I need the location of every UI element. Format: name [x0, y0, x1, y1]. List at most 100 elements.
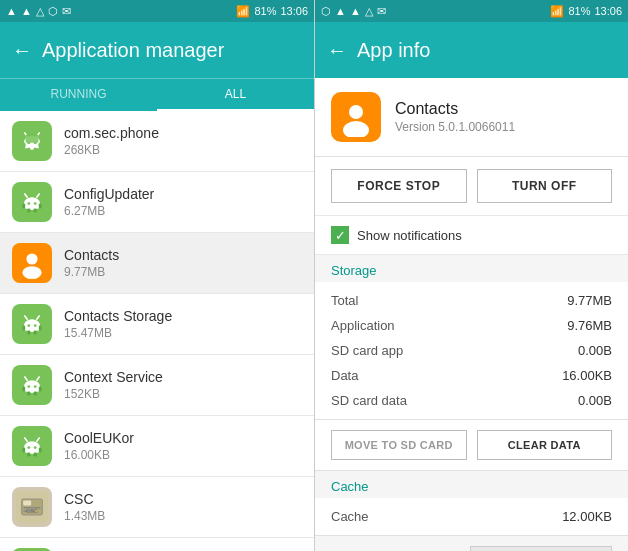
svg-rect-10	[34, 147, 37, 152]
storage-value: 0.00B	[578, 393, 612, 408]
list-item[interactable]: Device Provisioner 752KB	[0, 538, 314, 551]
status-icons-left-r: ⬡ ▲ ▲ △ ✉	[321, 5, 386, 18]
page-title-right: App info	[357, 39, 430, 62]
storage-label: Total	[331, 293, 358, 308]
storage-section-header: Storage	[315, 255, 628, 282]
svg-point-31	[27, 324, 30, 327]
email-icon: ✉	[62, 5, 71, 18]
app-info-contacts: Contacts 9.77MB	[64, 247, 302, 279]
svg-rect-30	[25, 323, 39, 330]
storage-value: 0.00B	[578, 343, 612, 358]
app-info-content: Contacts Version 5.0.1.0066011 FORCE STO…	[315, 78, 628, 551]
email-icon-r: ✉	[377, 5, 386, 18]
warning-icon-r: ⬡	[321, 5, 331, 18]
app-icon-sephone	[12, 121, 52, 161]
svg-rect-46	[22, 387, 25, 392]
app-icon-context	[12, 365, 52, 405]
svg-rect-48	[27, 391, 30, 395]
back-button-right[interactable]: ←	[327, 39, 347, 62]
tab-all[interactable]: ALL	[157, 79, 314, 111]
svg-rect-47	[39, 387, 42, 392]
storage-value: 9.76MB	[567, 318, 612, 333]
storage-label: SD card app	[331, 343, 403, 358]
svg-rect-63	[23, 501, 31, 506]
launcher-icon: ⬡	[48, 5, 58, 18]
app-name: CoolEUKor	[64, 430, 302, 446]
app-size: 6.27MB	[64, 204, 302, 218]
app-name: Contacts Storage	[64, 308, 302, 324]
app-info-cooleukor: CoolEUKor 16.00KB	[64, 430, 302, 462]
list-item[interactable]: CSC CSC 1.43MB	[0, 477, 314, 538]
svg-rect-24	[34, 208, 37, 212]
storage-row-sdcard-data: SD card data 0.00B	[315, 388, 628, 413]
app-size: 152KB	[64, 387, 302, 401]
svg-rect-57	[22, 448, 25, 453]
turn-off-button[interactable]: TURN OFF	[477, 169, 613, 203]
svg-point-27	[22, 266, 41, 279]
clear-cache-button[interactable]: CLEAR CACHE	[470, 546, 612, 551]
svg-rect-52	[25, 445, 39, 452]
list-item[interactable]: ConfigUpdater 6.27MB	[0, 172, 314, 233]
app-size: 16.00KB	[64, 448, 302, 462]
storage-label: Application	[331, 318, 395, 333]
app-info-config: ConfigUpdater 6.27MB	[64, 186, 302, 218]
list-item[interactable]: Contacts Storage 15.47MB	[0, 294, 314, 355]
action-buttons-row: FORCE STOP TURN OFF	[315, 157, 628, 216]
tab-running[interactable]: RUNNING	[0, 79, 157, 111]
status-bar-left: ▲ ▲ △ ⬡ ✉ 📶 81% 13:06	[0, 0, 314, 22]
svg-rect-49	[34, 391, 37, 395]
battery-text: 81%	[254, 5, 276, 17]
clear-data-button[interactable]: CLEAR DATA	[477, 430, 613, 460]
svg-rect-60	[34, 452, 37, 456]
move-to-sd-button[interactable]: MOVE TO SD CARD	[331, 430, 467, 460]
svg-rect-59	[27, 452, 30, 456]
app-list[interactable]: com.sec.phone 268KB	[0, 111, 314, 551]
status-icons-left: ▲ ▲ △ ⬡ ✉	[6, 5, 71, 18]
signal-icon-r: 📶	[550, 5, 564, 18]
notifications-row[interactable]: ✓ Show notifications	[315, 216, 628, 255]
svg-point-43	[34, 385, 37, 388]
app-size: 1.43MB	[64, 509, 302, 523]
app-detail-icon	[331, 92, 381, 142]
svg-rect-23	[27, 208, 30, 212]
app-icon-contacts-storage	[12, 304, 52, 344]
back-button-left[interactable]: ←	[12, 39, 32, 62]
force-stop-button[interactable]: FORCE STOP	[331, 169, 467, 203]
svg-rect-38	[34, 330, 37, 334]
app-icon-csc: CSC	[12, 487, 52, 527]
triangle-icon: △	[36, 5, 44, 18]
svg-rect-9	[27, 147, 30, 152]
right-panel: ⬡ ▲ ▲ △ ✉ 📶 81% 13:06 ← App info	[314, 0, 628, 551]
storage-label: SD card data	[331, 393, 407, 408]
svg-rect-22	[39, 204, 42, 209]
cache-value: 12.00KB	[562, 509, 612, 524]
tabs-bar: RUNNING ALL	[0, 78, 314, 111]
list-item[interactable]: Context Service 152KB	[0, 355, 314, 416]
svg-rect-13	[26, 136, 39, 142]
status-bar-right: ⬡ ▲ ▲ △ ✉ 📶 81% 13:06	[315, 0, 628, 22]
svg-rect-8	[38, 143, 41, 149]
checkbox-icon[interactable]: ✓	[331, 226, 349, 244]
app-size: 9.77MB	[64, 265, 302, 279]
battery-text-r: 81%	[568, 5, 590, 17]
storage-row-application: Application 9.76MB	[315, 313, 628, 338]
app-name: ConfigUpdater	[64, 186, 302, 202]
storage-table: Total 9.77MB Application 9.76MB SD card …	[315, 282, 628, 420]
svg-point-79	[349, 105, 363, 119]
cache-row: Cache 12.00KB	[315, 504, 628, 529]
storage-value: 9.77MB	[567, 293, 612, 308]
svg-point-42	[27, 385, 30, 388]
list-item[interactable]: CoolEUKor 16.00KB	[0, 416, 314, 477]
svg-rect-36	[39, 326, 42, 331]
app-detail-version: Version 5.0.1.0066011	[395, 120, 612, 134]
status-icons-right-r: 📶 81% 13:06	[550, 5, 622, 18]
triangle-icon2-r: △	[365, 5, 373, 18]
svg-point-53	[27, 446, 30, 449]
list-item-contacts[interactable]: Contacts 9.77MB	[0, 233, 314, 294]
app-detail-name: Contacts	[395, 100, 612, 118]
svg-rect-16	[25, 201, 39, 208]
app-size: 15.47MB	[64, 326, 302, 340]
app-size: 268KB	[64, 143, 302, 157]
list-item[interactable]: com.sec.phone 268KB	[0, 111, 314, 172]
storage-row-data: Data 16.00KB	[315, 363, 628, 388]
